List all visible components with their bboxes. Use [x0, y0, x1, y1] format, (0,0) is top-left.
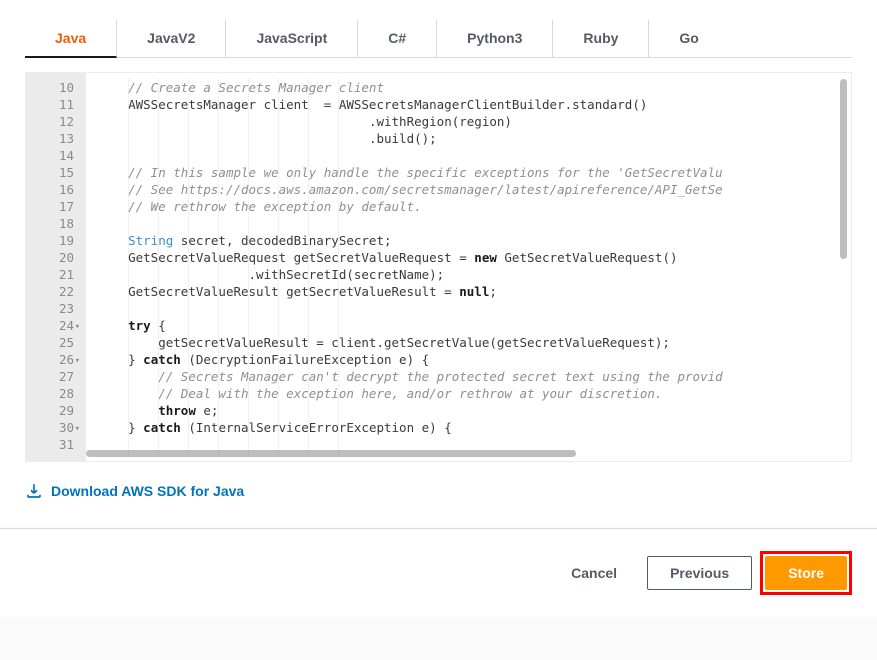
line-number: 16 — [26, 181, 80, 198]
code-line: (InternalServiceErrorException e) { — [181, 420, 452, 435]
code-line: GetSecretValueRequest() — [497, 250, 678, 265]
code-line: // We rethrow the exception by default. — [128, 199, 422, 214]
line-number: 27 — [26, 368, 80, 385]
line-number: 22 — [26, 283, 80, 300]
code-line: } — [128, 352, 143, 367]
tab-go[interactable]: Go — [649, 20, 728, 57]
panel: Java JavaV2 JavaScript C# Python3 Ruby G… — [0, 0, 877, 617]
code-line: secret, decodedBinarySecret; — [173, 233, 391, 248]
line-number: 17 — [26, 198, 80, 215]
line-number[interactable]: 30 — [26, 419, 80, 436]
code-line: GetSecretValueRequest getSecretValueRequ… — [128, 250, 474, 265]
tab-javav2[interactable]: JavaV2 — [117, 20, 226, 57]
code-line: // Secrets Manager can't decrypt the pro… — [158, 369, 722, 384]
tab-java[interactable]: Java — [25, 20, 117, 58]
download-sdk-link[interactable]: Download AWS SDK for Java — [25, 482, 244, 500]
code-line: } — [128, 420, 143, 435]
language-tabs: Java JavaV2 JavaScript C# Python3 Ruby G… — [25, 20, 852, 58]
line-number: 19 — [26, 232, 80, 249]
line-number: 11 — [26, 96, 80, 113]
line-number: 31 — [26, 436, 80, 453]
code-line: GetSecretValueResult getSecretValueResul… — [128, 284, 459, 299]
code-editor[interactable]: 10 11 12 13 14 15 16 17 18 19 20 21 22 2… — [25, 72, 852, 462]
line-gutter: 10 11 12 13 14 15 16 17 18 19 20 21 22 2… — [26, 73, 86, 461]
code-line: // See https://docs.aws.amazon.com/secre… — [128, 182, 723, 197]
line-number: 14 — [26, 147, 80, 164]
code-line: .build(); — [369, 131, 437, 146]
code-token-keyword: null — [459, 284, 489, 299]
code-token-keyword: catch — [143, 352, 181, 367]
code-line: // Deal with the exception here, and/or … — [158, 386, 662, 401]
line-number[interactable]: 26 — [26, 351, 80, 368]
tab-python3[interactable]: Python3 — [437, 20, 553, 57]
line-number: 29 — [26, 402, 80, 419]
line-number: 12 — [26, 113, 80, 130]
tab-javascript[interactable]: JavaScript — [226, 20, 358, 57]
store-button[interactable]: Store — [765, 556, 847, 590]
line-number: 25 — [26, 334, 80, 351]
tab-ruby[interactable]: Ruby — [553, 20, 649, 57]
code-token-keyword: new — [474, 250, 497, 265]
line-number: 28 — [26, 385, 80, 402]
line-number: 20 — [26, 249, 80, 266]
line-number: 13 — [26, 130, 80, 147]
store-highlight: Store — [760, 551, 852, 595]
cancel-button[interactable]: Cancel — [549, 557, 639, 589]
download-icon — [25, 482, 43, 500]
vertical-scrollbar[interactable] — [840, 79, 847, 259]
line-number: 10 — [26, 79, 80, 96]
line-number: 15 — [26, 164, 80, 181]
code-line: .withRegion(region) — [369, 114, 512, 129]
line-number: 18 — [26, 215, 80, 232]
code-line: (DecryptionFailureException e) { — [181, 352, 429, 367]
code-line: // In this sample we only handle the spe… — [128, 165, 723, 180]
previous-button[interactable]: Previous — [647, 556, 752, 590]
code-area[interactable]: // Create a Secrets Manager client AWSSe… — [86, 73, 851, 461]
code-line: AWSSecretsManager client = AWSSecretsMan… — [128, 97, 647, 112]
code-line: ; — [489, 284, 497, 299]
code-line: e; — [196, 403, 219, 418]
code-token-type: String — [128, 233, 173, 248]
code-token-keyword: try — [128, 318, 151, 333]
code-line: .withSecretId(secretName); — [249, 267, 445, 282]
download-sdk-label: Download AWS SDK for Java — [51, 483, 244, 499]
line-number: 21 — [26, 266, 80, 283]
code-line: getSecretValueResult = client.getSecretV… — [158, 335, 670, 350]
horizontal-scrollbar[interactable] — [86, 450, 576, 457]
code-token-keyword: catch — [143, 420, 181, 435]
code-line: { — [151, 318, 166, 333]
code-line: // Create a Secrets Manager client — [128, 80, 384, 95]
code-token-keyword: throw — [158, 403, 196, 418]
footer-actions: Cancel Previous Store — [0, 528, 877, 617]
tab-csharp[interactable]: C# — [358, 20, 437, 57]
line-number: 23 — [26, 300, 80, 317]
line-number[interactable]: 24 — [26, 317, 80, 334]
